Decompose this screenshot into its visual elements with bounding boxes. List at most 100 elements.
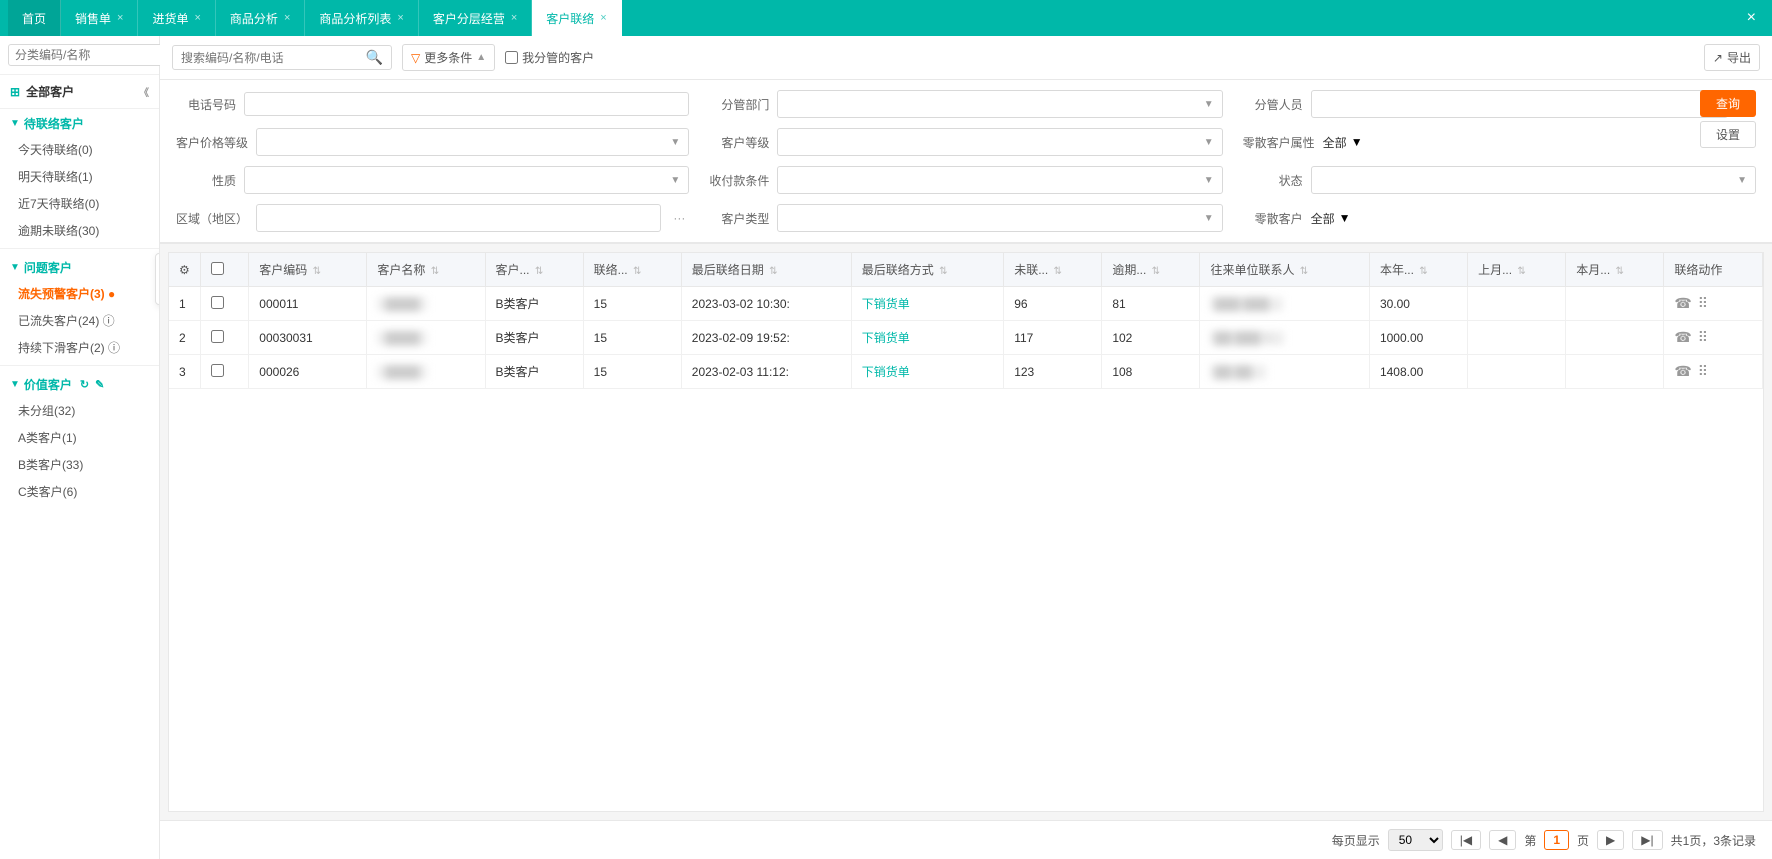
nav-tab-analysis-list[interactable]: 商品分析列表 × xyxy=(305,0,418,36)
table-header-last-month[interactable]: 上月... ⇅ xyxy=(1468,253,1566,287)
close-purchase-tab[interactable]: × xyxy=(194,12,200,24)
page-first-button[interactable]: |◀ xyxy=(1451,830,1481,850)
select-all-checkbox[interactable] xyxy=(211,262,224,275)
customer-type-select[interactable]: ▼ xyxy=(777,204,1222,232)
phone-input[interactable] xyxy=(244,92,689,116)
close-analysis-list-tab[interactable]: × xyxy=(397,12,403,24)
row-no: 1 xyxy=(169,287,200,321)
sidebar-item-loss-warning[interactable]: 流失预警客户(3) ● xyxy=(0,280,159,307)
sidebar-collapse-icon[interactable]: 《 xyxy=(139,84,149,99)
overdue-sort-icon: ⇅ xyxy=(1152,266,1160,277)
dept-select[interactable]: ▼ xyxy=(777,90,1222,118)
nav-tab-customer-segment-label: 客户分层经营 xyxy=(433,10,505,27)
sidebar-item-class-b[interactable]: B类客户(33) xyxy=(0,451,159,478)
table-header-grade[interactable]: 客户... ⇅ xyxy=(485,253,583,287)
row-no: 2 xyxy=(169,321,200,355)
gender-label: 性质 xyxy=(176,172,236,189)
nav-tab-purchase[interactable]: 进货单 × xyxy=(138,0,215,36)
table-header-last-method[interactable]: 最后联络方式 ⇅ xyxy=(851,253,1003,287)
page-next-button[interactable]: ▶ xyxy=(1597,830,1624,850)
pagination: 每页显示 50 100 200 |◀ ◀ 第 1 页 ▶ ▶| 共1页，3条记录 xyxy=(160,820,1772,859)
status-select[interactable]: ▼ xyxy=(1311,166,1756,194)
page-total: 共1页，3条记录 xyxy=(1671,832,1756,849)
sidebar-section-pending[interactable]: ▼ 待联络客户 xyxy=(0,109,159,136)
close-customer-segment-tab[interactable]: × xyxy=(511,12,517,24)
sidebar-item-class-a[interactable]: A类客户(1) xyxy=(0,424,159,451)
nav-tab-sales[interactable]: 销售单 × xyxy=(61,0,138,36)
row-person: ███ ███... xyxy=(1200,287,1370,321)
value-customer-refresh[interactable]: ↻ xyxy=(80,378,89,391)
table-header-overdue[interactable]: 逾期... ⇅ xyxy=(1102,253,1200,287)
sidebar-section-problem[interactable]: ▼ 问题客户 xyxy=(0,253,159,280)
region-select[interactable] xyxy=(256,204,661,232)
table-header-contact-count[interactable]: 联络... ⇅ xyxy=(583,253,681,287)
table-header-last-date[interactable]: 最后联络日期 ⇅ xyxy=(681,253,851,287)
export-button[interactable]: ↗ 导出 xyxy=(1704,44,1760,71)
nav-tab-sales-label: 销售单 xyxy=(75,10,111,27)
row-code: 000026 xyxy=(249,355,367,389)
row-checkbox[interactable] xyxy=(200,287,249,321)
action-phone-icon[interactable]: ☎ xyxy=(1674,363,1691,380)
page-last-button[interactable]: ▶| xyxy=(1632,830,1662,850)
sidebar-search-input[interactable] xyxy=(8,44,177,66)
table-header-code[interactable]: 客户编码 ⇅ xyxy=(249,253,367,287)
my-customers-checkbox[interactable] xyxy=(505,51,518,64)
row-checkbox[interactable] xyxy=(200,355,249,389)
sidebar-section-value[interactable]: ▼ 价值客户 ↻ ✎ xyxy=(0,370,159,397)
action-more-icon[interactable]: ⠿ xyxy=(1698,295,1708,312)
gender-select[interactable]: ▼ xyxy=(244,166,689,194)
per-page-select[interactable]: 50 100 200 xyxy=(1388,829,1443,851)
value-customer-edit[interactable]: ✎ xyxy=(95,378,104,391)
action-phone-icon[interactable]: ☎ xyxy=(1674,329,1691,346)
table-header-name[interactable]: 客户名称 ⇅ xyxy=(367,253,485,287)
row-checkbox[interactable] xyxy=(200,321,249,355)
table-header-this-year[interactable]: 本年... ⇅ xyxy=(1369,253,1467,287)
nav-tab-customer-contact[interactable]: 客户联络 × xyxy=(532,0,621,36)
table-row: 3 000026 ████ B类客户 15 2023-02-03 11:12: … xyxy=(169,355,1763,389)
manager-select[interactable] xyxy=(1311,90,1728,118)
my-customers-checkbox-label[interactable]: 我分管的客户 xyxy=(505,49,594,66)
table-header-this-month[interactable]: 本月... ⇅ xyxy=(1566,253,1664,287)
table-header-uncontact[interactable]: 未联... ⇅ xyxy=(1004,253,1102,287)
table-settings-col[interactable]: ⚙ xyxy=(169,253,200,287)
sidebar-item-class-c[interactable]: C类客户(6) xyxy=(0,478,159,505)
sidebar-scroll: ▼ 待联络客户 今天待联络(0) 明天待联络(1) 近7天待联络(0) 逾期未联… xyxy=(0,109,159,859)
sidebar-item-ungrouped[interactable]: 未分组(32) xyxy=(0,397,159,424)
sidebar-item-today-pending[interactable]: 今天待联络(0) xyxy=(0,136,159,163)
close-analysis-tab[interactable]: × xyxy=(284,12,290,24)
close-customer-contact-tab[interactable]: × xyxy=(600,12,606,24)
nav-tab-customer-segment[interactable]: 客户分层经营 × xyxy=(419,0,532,36)
row-last-method[interactable]: 下销货单 xyxy=(851,355,1003,389)
last-method-link[interactable]: 下销货单 xyxy=(862,365,910,379)
filter-manager-row: 分管人员 ··· xyxy=(1243,90,1756,118)
action-more-icon[interactable]: ⠿ xyxy=(1698,363,1708,380)
region-more-dots[interactable]: ··· xyxy=(669,211,689,225)
sidebar-item-overdue-pending[interactable]: 逾期未联络(30) xyxy=(0,217,159,244)
last-method-link[interactable]: 下销货单 xyxy=(862,331,910,345)
query-button[interactable]: 查询 xyxy=(1700,90,1756,117)
search-icon[interactable]: 🔍 xyxy=(366,49,383,66)
table-header-checkbox[interactable] xyxy=(200,253,249,287)
sidebar-item-declining[interactable]: 持续下滑客户(2) ⓘ xyxy=(0,334,159,361)
customer-grade-select[interactable]: ▼ xyxy=(777,128,1222,156)
price-grade-select[interactable]: ▼ xyxy=(256,128,689,156)
table-header-person[interactable]: 往来单位联系人 ⇅ xyxy=(1200,253,1370,287)
sidebar-item-already-lost[interactable]: 已流失客户(24) ⓘ xyxy=(0,307,159,334)
sidebar-item-7days-pending[interactable]: 近7天待联络(0) xyxy=(0,190,159,217)
action-more-icon[interactable]: ⠿ xyxy=(1698,329,1708,346)
nav-tab-analysis[interactable]: 商品分析 × xyxy=(216,0,305,36)
sidebar-all-customers[interactable]: ⊞ 全部客户 《 xyxy=(0,75,159,109)
settings-button[interactable]: 设置 xyxy=(1700,121,1756,148)
row-last-method[interactable]: 下销货单 xyxy=(851,321,1003,355)
action-phone-icon[interactable]: ☎ xyxy=(1674,295,1691,312)
more-conditions-button[interactable]: ▽ 更多条件 ▲ xyxy=(402,44,495,71)
close-sales-tab[interactable]: × xyxy=(117,12,123,24)
window-close-button[interactable]: × xyxy=(1739,9,1764,27)
nav-tab-home[interactable]: 首页 xyxy=(8,0,61,36)
search-input[interactable] xyxy=(181,51,360,65)
page-prev-button[interactable]: ◀ xyxy=(1489,830,1516,850)
payment-select[interactable]: ▼ xyxy=(777,166,1222,194)
sidebar-item-tomorrow-pending[interactable]: 明天待联络(1) xyxy=(0,163,159,190)
last-method-link[interactable]: 下销货单 xyxy=(862,297,910,311)
row-last-method[interactable]: 下销货单 xyxy=(851,287,1003,321)
